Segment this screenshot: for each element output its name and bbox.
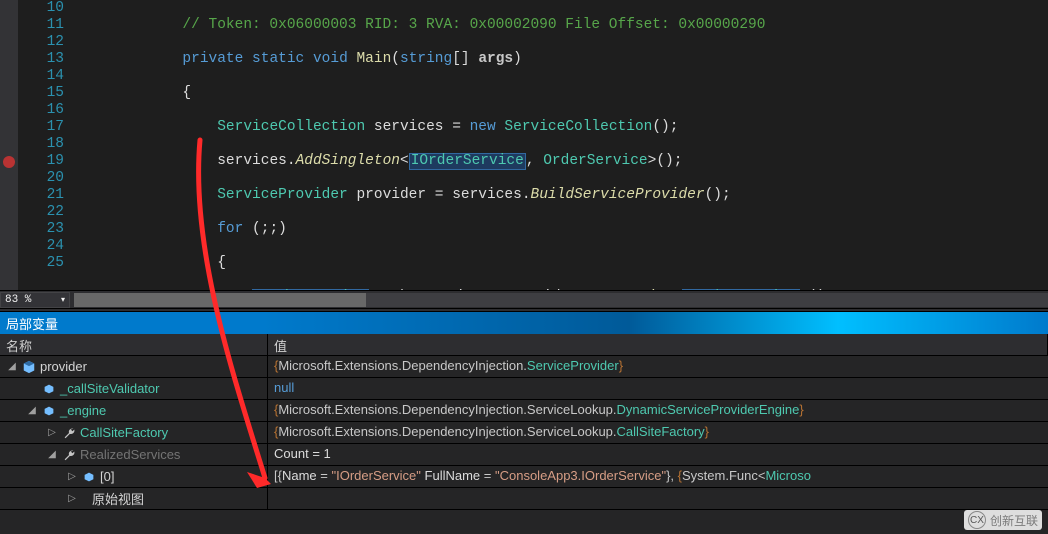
line-number: 16 xyxy=(18,102,78,119)
breakpoint-marker[interactable] xyxy=(3,156,15,168)
line-number-gutter: 10 11 12 13 14 15 16 17 18 19 20 21 22 2… xyxy=(18,0,78,290)
expand-toggle[interactable]: ◢ xyxy=(46,449,58,460)
var-name: RealizedServices xyxy=(80,447,180,462)
watermark-logo-icon: CX xyxy=(968,511,986,529)
locals-row-callsitefactory[interactable]: ▷ CallSiteFactory {Microsoft.Extensions.… xyxy=(0,422,1048,444)
line-number: 25 xyxy=(18,255,78,272)
line-number: 22 xyxy=(18,204,78,221)
zoom-value: 83 % xyxy=(5,294,31,306)
expand-toggle[interactable]: ▷ xyxy=(66,493,78,504)
var-name: [0] xyxy=(100,469,114,484)
object-icon xyxy=(22,360,36,374)
field-icon xyxy=(42,404,56,418)
locals-row-provider[interactable]: ◢ provider {Microsoft.Extensions.Depende… xyxy=(0,356,1048,378)
breakpoint-gutter[interactable] xyxy=(0,0,18,290)
var-name: _callSiteValidator xyxy=(60,381,159,396)
code-editor[interactable]: 10 11 12 13 14 15 16 17 18 19 20 21 22 2… xyxy=(0,0,1048,290)
locals-row-realizedservices[interactable]: ◢ RealizedServices Count = 1 xyxy=(0,444,1048,466)
line-number: 17 xyxy=(18,119,78,136)
property-icon xyxy=(62,448,76,462)
var-value: {Microsoft.Extensions.DependencyInjectio… xyxy=(268,422,1048,443)
field-icon xyxy=(42,382,56,396)
line-number: 21 xyxy=(18,187,78,204)
locals-row-callsitevalidator[interactable]: _callSiteValidator null xyxy=(0,378,1048,400)
code-line: for (;;) xyxy=(78,221,1048,238)
line-number: 20 xyxy=(18,170,78,187)
var-name: _engine xyxy=(60,403,106,418)
code-line: services.AddSingleton<IOrderService, Ord… xyxy=(78,153,1048,170)
code-line: // Token: 0x06000003 RID: 3 RVA: 0x00002… xyxy=(78,17,1048,34)
code-area[interactable]: // Token: 0x06000003 RID: 3 RVA: 0x00002… xyxy=(78,0,1048,290)
chevron-down-icon: ▾ xyxy=(61,295,65,305)
expand-toggle[interactable]: ▷ xyxy=(66,471,78,482)
locals-row-item0[interactable]: ▷ [0] [{Name = "IOrderService" FullName … xyxy=(0,466,1048,488)
editor-status-bar: 83 % ▾ xyxy=(0,290,1048,308)
var-name: 原始视图 xyxy=(92,489,144,508)
code-line: { xyxy=(78,85,1048,102)
line-number: 14 xyxy=(18,68,78,85)
expand-toggle[interactable]: ◢ xyxy=(6,361,18,372)
var-name: CallSiteFactory xyxy=(80,425,168,440)
expand-toggle[interactable]: ◢ xyxy=(26,405,38,416)
zoom-dropdown[interactable]: 83 % ▾ xyxy=(0,292,70,308)
var-name: provider xyxy=(40,359,87,374)
var-value: null xyxy=(268,378,1048,399)
var-value xyxy=(268,488,1048,509)
code-line: ServiceCollection services = new Service… xyxy=(78,119,1048,136)
property-icon xyxy=(62,426,76,440)
locals-panel-title[interactable]: 局部变量 xyxy=(0,312,1048,334)
watermark-text: 创新互联 xyxy=(990,512,1038,529)
code-line: private static void Main(string[] args) xyxy=(78,51,1048,68)
line-number: 10 xyxy=(18,0,78,17)
line-number: 15 xyxy=(18,85,78,102)
locals-row-engine[interactable]: ◢ _engine {Microsoft.Extensions.Dependen… xyxy=(0,400,1048,422)
locals-panel[interactable]: 名称 值 ◢ provider {Microsoft.Extensions.De… xyxy=(0,334,1048,534)
var-value: Count = 1 xyxy=(268,444,1048,465)
var-value: [{Name = "IOrderService" FullName = "Con… xyxy=(268,466,1048,487)
expand-toggle[interactable]: ▷ xyxy=(46,427,58,438)
horizontal-scrollbar[interactable] xyxy=(74,293,1048,307)
line-number: 23 xyxy=(18,221,78,238)
column-name[interactable]: 名称 xyxy=(0,334,268,355)
code-line: ServiceProvider provider = services.Buil… xyxy=(78,187,1048,204)
column-value[interactable]: 值 xyxy=(268,334,1048,355)
line-number: 19 xyxy=(18,153,78,170)
line-number: 13 xyxy=(18,51,78,68)
locals-header: 名称 值 xyxy=(0,334,1048,356)
line-number: 11 xyxy=(18,17,78,34)
watermark: CX 创新互联 xyxy=(964,510,1042,530)
line-number: 18 xyxy=(18,136,78,153)
line-number: 12 xyxy=(18,34,78,51)
var-value: {Microsoft.Extensions.DependencyInjectio… xyxy=(268,400,1048,421)
locals-row-rawview[interactable]: ▷ 原始视图 xyxy=(0,488,1048,510)
line-number: 24 xyxy=(18,238,78,255)
code-line: { xyxy=(78,255,1048,272)
object-icon xyxy=(82,470,96,484)
locals-body[interactable]: ◢ provider {Microsoft.Extensions.Depende… xyxy=(0,356,1048,510)
var-value: {Microsoft.Extensions.DependencyInjectio… xyxy=(268,356,1048,377)
code-line: IOrderService orderService = provider.Ge… xyxy=(78,289,1048,290)
